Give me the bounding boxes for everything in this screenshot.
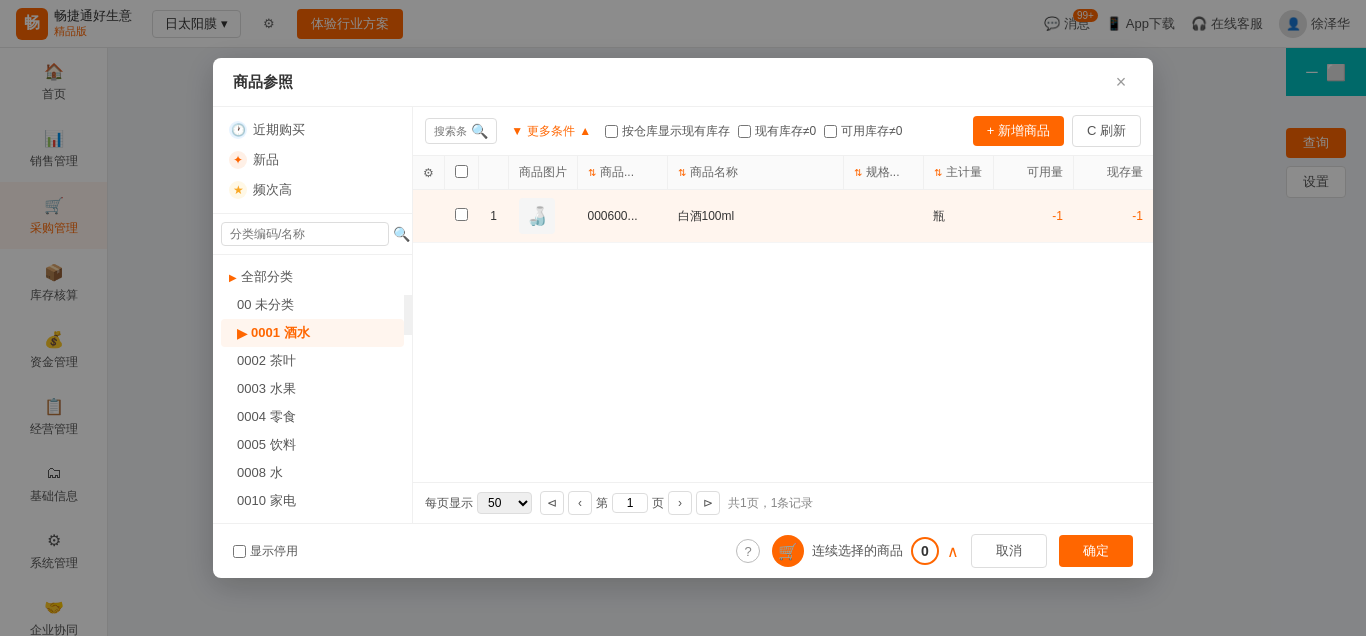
prev-page-button[interactable]: ‹ [568,491,592,515]
sort-icon: ⇅ [588,167,596,178]
page-navigation: ⊲ ‹ 第 页 › ⊳ [540,491,720,515]
category-item-0008[interactable]: 0008 水 [221,459,404,487]
cancel-button[interactable]: 取消 [971,534,1047,568]
select-all-checkbox[interactable] [455,165,468,178]
page-size-select: 每页显示 50 10 20 100 [425,492,532,514]
category-tree: 全部分类 00 未分类 ▶ 0001 酒水 0002 茶叶 0003 水果 [213,255,412,523]
pagination: 每页显示 50 10 20 100 ⊲ ‹ 第 页 [413,482,1153,523]
filter-arrow-icon: ▲ [579,124,591,138]
collapse-panel-button[interactable]: 《 [404,295,413,335]
category-search-input[interactable] [221,222,389,246]
category-item-0004[interactable]: 0004 零食 [221,403,404,431]
row-image: 🍶 [509,190,578,243]
category-search: 🔍 [213,214,412,255]
th-settings[interactable]: ⚙ [413,156,445,190]
left-panel-tabs: 🕐 近期购买 ✦ 新品 ★ 频次高 [213,107,412,214]
th-stock: 现存量 [1073,156,1153,190]
cart-icon: 🛒 [778,542,798,561]
tab-recent[interactable]: 🕐 近期购买 [221,115,404,145]
sort-icon: ⇅ [678,167,686,178]
product-table-container: ⚙ 商品图片 [413,156,1153,482]
right-panel: 🔍 ▼ 更多条件 ▲ 按仓库显示现有库存 现有库存≠0 [413,107,1153,523]
refresh-button[interactable]: C 刷新 [1072,115,1141,147]
table-header-row: ⚙ 商品图片 [413,156,1153,190]
row-unit: 瓶 [923,190,993,243]
nonzero-available-checkbox[interactable]: 可用库存≠0 [824,123,902,140]
category-item-0003[interactable]: 0003 水果 [221,375,404,403]
category-item-0002[interactable]: 0002 茶叶 [221,347,404,375]
right-toolbar: 🔍 ▼ 更多条件 ▲ 按仓库显示现有库存 现有库存≠0 [413,107,1153,156]
product-thumbnail: 🍶 [519,198,555,234]
row-settings [413,190,445,243]
table-settings-icon[interactable]: ⚙ [423,166,434,180]
product-reference-modal: 商品参照 × 🕐 近期购买 ✦ 新品 ★ [213,58,1153,578]
row-checkbox[interactable] [445,190,479,243]
product-search-bar: 🔍 [425,118,497,144]
first-page-button[interactable]: ⊲ [540,491,564,515]
show-disabled-checkbox[interactable]: 显示停用 [233,543,298,560]
row-name: 白酒100ml [668,190,844,243]
tab-frequent[interactable]: ★ 频次高 [221,175,404,205]
row-spec [843,190,923,243]
help-button[interactable]: ? [736,539,760,563]
modal-close-button[interactable]: × [1109,70,1133,94]
page-size-dropdown[interactable]: 50 10 20 100 [477,492,532,514]
active-arrow: ▶ [237,326,247,341]
category-item-0001[interactable]: ▶ 0001 酒水 [221,319,404,347]
new-icon: ✦ [229,151,247,169]
category-all[interactable]: 全部分类 [221,263,404,291]
recent-icon: 🕐 [229,121,247,139]
category-item-00[interactable]: 00 未分类 [221,291,404,319]
modal-title: 商品参照 [233,73,293,92]
th-code: ⇅ 商品... [578,156,668,190]
th-name: ⇅ 商品名称 [668,156,844,190]
sort-icon: ⇅ [854,167,862,178]
product-search-icon[interactable]: 🔍 [471,123,488,139]
filter-button[interactable]: ▼ 更多条件 ▲ [505,119,597,144]
category-item-0010[interactable]: 0010 家电 [221,487,404,515]
table-row[interactable]: 1 🍶 000600... [413,190,1153,243]
next-page-button[interactable]: › [668,491,692,515]
sort-icon: ⇅ [934,167,942,178]
th-image: 商品图片 [509,156,578,190]
product-search-input[interactable] [434,125,467,137]
left-panel: 🕐 近期购买 ✦ 新品 ★ 频次高 🔍 [213,107,413,523]
th-unit: ⇅ 主计量 [923,156,993,190]
last-page-button[interactable]: ⊳ [696,491,720,515]
collapse-cart-button[interactable]: ∧ [947,542,959,561]
tab-new[interactable]: ✦ 新品 [221,145,404,175]
category-search-icon[interactable]: 🔍 [393,226,410,242]
modal-header: 商品参照 × [213,58,1153,107]
cart-area: 🛒 连续选择的商品 0 ∧ [772,535,959,567]
th-spec: ⇅ 规格... [843,156,923,190]
cart-icon-button[interactable]: 🛒 [772,535,804,567]
th-available: 可用量 [993,156,1073,190]
add-product-button[interactable]: + 新增商品 [973,116,1064,146]
th-num [479,156,509,190]
warehouse-display-checkbox[interactable]: 按仓库显示现有库存 [605,123,730,140]
filter-icon: ▼ [511,124,523,138]
row-available: -1 [993,190,1073,243]
row-num: 1 [479,190,509,243]
row-stock: -1 [1073,190,1153,243]
th-checkbox [445,156,479,190]
modal-overlay: 商品参照 × 🕐 近期购买 ✦ 新品 ★ [0,0,1366,636]
page-info: 共1页，1条记录 [728,495,813,512]
frequent-icon: ★ [229,181,247,199]
cart-label: 连续选择的商品 [812,542,903,560]
modal-footer: 显示停用 ? 🛒 连续选择的商品 0 ∧ 取消 确定 [213,523,1153,578]
product-table: ⚙ 商品图片 [413,156,1153,243]
modal-body: 🕐 近期购买 ✦ 新品 ★ 频次高 🔍 [213,107,1153,523]
page-number-input[interactable] [612,493,648,513]
cart-count: 0 [911,537,939,565]
confirm-button[interactable]: 确定 [1059,535,1133,567]
nonzero-stock-checkbox[interactable]: 现有库存≠0 [738,123,816,140]
category-item-0005[interactable]: 0005 饮料 [221,431,404,459]
row-code: 000600... [578,190,668,243]
